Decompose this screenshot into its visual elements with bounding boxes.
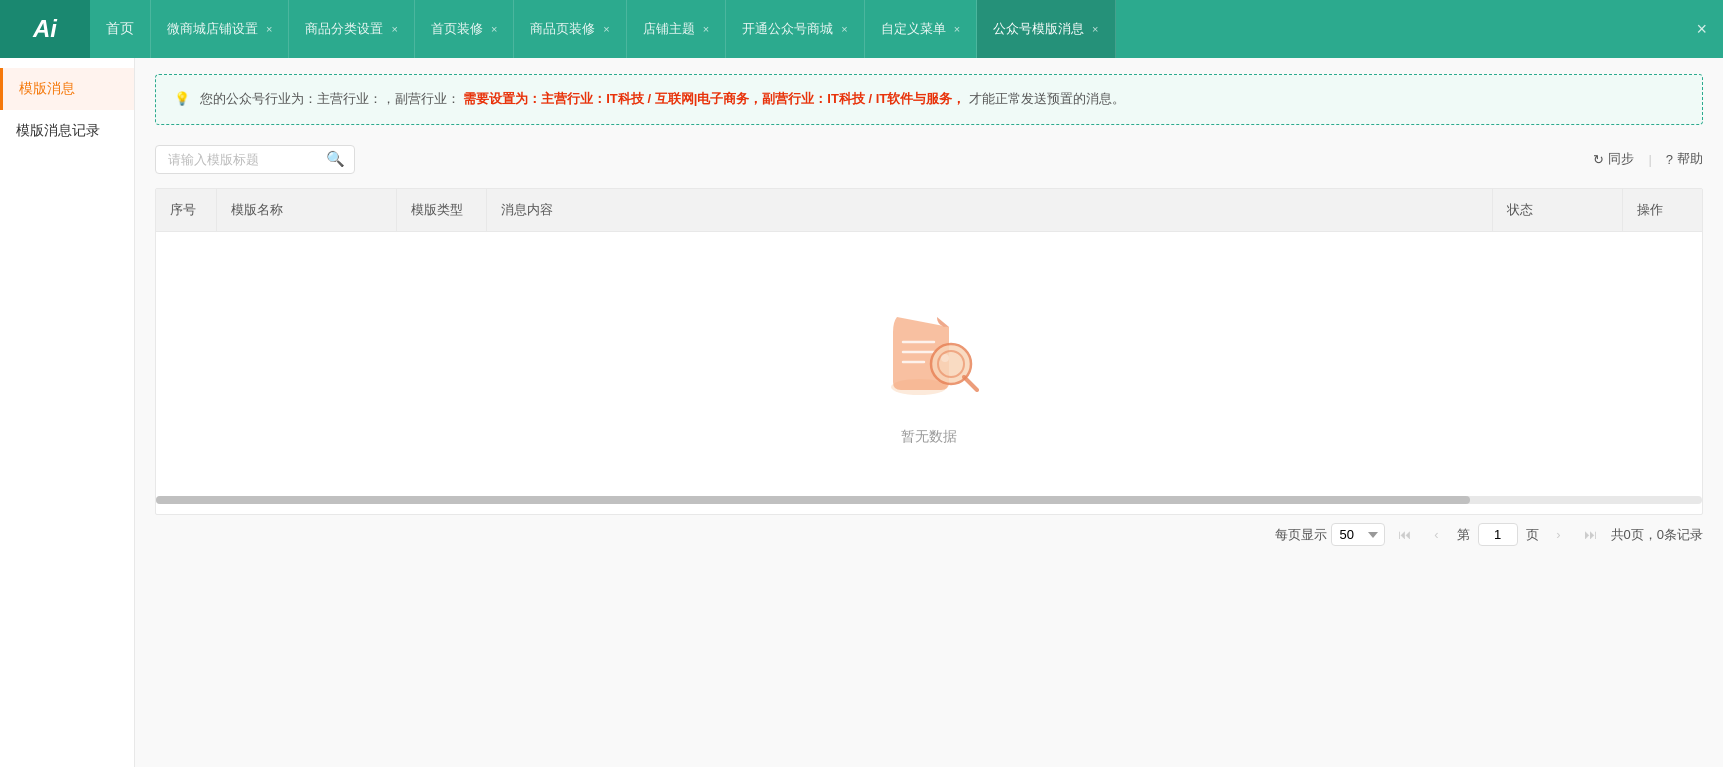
nav-tab-label-category-settings: 商品分类设置 bbox=[305, 20, 383, 38]
help-button[interactable]: ? 帮助 bbox=[1666, 150, 1703, 168]
page-first-button[interactable]: ⏮ bbox=[1393, 523, 1417, 547]
help-label: 帮助 bbox=[1677, 150, 1703, 168]
table-body: 暂无数据 bbox=[156, 231, 1702, 486]
nav-tab-close-template-msg[interactable]: × bbox=[1092, 23, 1098, 35]
help-icon: ? bbox=[1666, 152, 1673, 167]
search-icon-button[interactable]: 🔍 bbox=[326, 150, 345, 168]
nav-tab-label-product-decor: 商品页装修 bbox=[530, 20, 595, 38]
nav-tab-label-home: 首页 bbox=[106, 20, 134, 38]
table-header: 序号模版名称模版类型消息内容状态操作 bbox=[156, 189, 1702, 232]
table-header-row: 序号模版名称模版类型消息内容状态操作 bbox=[156, 189, 1702, 232]
col-header-index: 序号 bbox=[156, 189, 216, 232]
nav-tab-close-shop-theme[interactable]: × bbox=[703, 23, 709, 35]
global-close-button[interactable]: × bbox=[1680, 19, 1723, 40]
nav-tab-home[interactable]: 首页 bbox=[90, 0, 151, 58]
nav-tab-close-category-settings[interactable]: × bbox=[391, 23, 397, 35]
data-table: 序号模版名称模版类型消息内容状态操作 bbox=[156, 189, 1702, 486]
nav-tab-custom-menu[interactable]: 自定义菜单 × bbox=[865, 0, 977, 58]
nav-tab-label-home-decor: 首页装修 bbox=[431, 20, 483, 38]
nav-tab-label-custom-menu: 自定义菜单 bbox=[881, 20, 946, 38]
search-input-wrap: 🔍 bbox=[155, 145, 355, 174]
nav-tab-home-decor[interactable]: 首页装修 × bbox=[415, 0, 514, 58]
svg-line-6 bbox=[964, 377, 977, 390]
divider: | bbox=[1648, 152, 1651, 167]
total-info: 共0页，0条记录 bbox=[1611, 526, 1703, 544]
nav-tab-label-shop-settings: 微商城店铺设置 bbox=[167, 20, 258, 38]
nav-tab-shop-settings[interactable]: 微商城店铺设置 × bbox=[151, 0, 289, 58]
info-highlight: 需要设置为：主营行业：IT科技 / 互联网|电子商务，副营行业：IT科技 / I… bbox=[463, 91, 965, 106]
page-next-button[interactable]: › bbox=[1547, 523, 1571, 547]
page-size-dropdown[interactable]: 102050100 bbox=[1331, 523, 1385, 546]
empty-text: 暂无数据 bbox=[901, 428, 957, 446]
data-table-wrap: 序号模版名称模版类型消息内容状态操作 bbox=[155, 188, 1703, 515]
nav-tab-close-open-mall[interactable]: × bbox=[841, 23, 847, 35]
content-area: 💡 您的公众号行业为：主营行业：，副营行业： 需要设置为：主营行业：IT科技 /… bbox=[135, 58, 1723, 767]
sync-icon: ↻ bbox=[1593, 152, 1604, 167]
empty-row: 暂无数据 bbox=[156, 231, 1702, 486]
nav-tab-shop-theme[interactable]: 店铺主题 × bbox=[627, 0, 726, 58]
svg-point-7 bbox=[941, 354, 949, 362]
nav-tab-category-settings[interactable]: 商品分类设置 × bbox=[289, 0, 414, 58]
nav-tab-close-product-decor[interactable]: × bbox=[603, 23, 609, 35]
sidebar-item-template-record[interactable]: 模版消息记录 bbox=[0, 110, 134, 152]
page-prev-button[interactable]: ‹ bbox=[1425, 523, 1449, 547]
page-last-button[interactable]: ⏭ bbox=[1579, 523, 1603, 547]
sync-label: 同步 bbox=[1608, 150, 1634, 168]
nav-tab-label-template-msg: 公众号模版消息 bbox=[993, 20, 1084, 38]
info-suffix: 才能正常发送预置的消息。 bbox=[969, 91, 1125, 106]
scrollbar-track[interactable] bbox=[156, 496, 1702, 504]
page-size-label: 每页显示 bbox=[1275, 526, 1327, 544]
nav-tab-label-open-mall: 开通公众号商城 bbox=[742, 20, 833, 38]
sidebar-item-template-msg[interactable]: 模版消息 bbox=[0, 68, 134, 110]
page-size-select: 每页显示 102050100 bbox=[1275, 523, 1385, 546]
search-right: ↻ 同步 | ? 帮助 bbox=[1593, 150, 1703, 168]
info-prefix: 您的公众号行业为：主营行业：，副营行业： bbox=[200, 91, 460, 106]
top-nav: Ai 首页微商城店铺设置×商品分类设置×首页装修×商品页装修×店铺主题×开通公众… bbox=[0, 0, 1723, 58]
col-header-content: 消息内容 bbox=[486, 189, 1492, 232]
page-number-input[interactable] bbox=[1478, 523, 1518, 546]
page-prefix: 第 bbox=[1457, 526, 1470, 544]
nav-tabs: 首页微商城店铺设置×商品分类设置×首页装修×商品页装修×店铺主题×开通公众号商城… bbox=[90, 0, 1680, 58]
nav-tab-close-home-decor[interactable]: × bbox=[491, 23, 497, 35]
col-header-type: 模版类型 bbox=[396, 189, 486, 232]
nav-tab-product-decor[interactable]: 商品页装修 × bbox=[514, 0, 626, 58]
search-left: 🔍 bbox=[155, 145, 355, 174]
col-header-name: 模版名称 bbox=[216, 189, 396, 232]
bulb-icon: 💡 bbox=[174, 91, 190, 106]
search-bar: 🔍 ↻ 同步 | ? 帮助 bbox=[155, 145, 1703, 174]
nav-tab-template-msg[interactable]: 公众号模版消息 × bbox=[977, 0, 1115, 58]
main-layout: 模版消息模版消息记录 💡 您的公众号行业为：主营行业：，副营行业： 需要设置为：… bbox=[0, 58, 1723, 767]
sync-button[interactable]: ↻ 同步 bbox=[1593, 150, 1634, 168]
empty-illustration bbox=[869, 292, 989, 412]
nav-tab-close-custom-menu[interactable]: × bbox=[954, 23, 960, 35]
app-logo: Ai bbox=[0, 0, 90, 58]
scrollbar-thumb[interactable] bbox=[156, 496, 1470, 504]
nav-tab-open-mall[interactable]: 开通公众号商城 × bbox=[726, 0, 864, 58]
pagination: 每页显示 102050100 ⏮ ‹ 第 页 › ⏭ 共0页，0条记录 bbox=[155, 515, 1703, 555]
col-header-action: 操作 bbox=[1622, 189, 1702, 232]
search-input[interactable] bbox=[155, 145, 355, 174]
nav-tab-label-shop-theme: 店铺主题 bbox=[643, 20, 695, 38]
nav-tab-close-shop-settings[interactable]: × bbox=[266, 23, 272, 35]
sidebar: 模版消息模版消息记录 bbox=[0, 58, 135, 767]
col-header-status: 状态 bbox=[1492, 189, 1622, 232]
info-banner: 💡 您的公众号行业为：主营行业：，副营行业： 需要设置为：主营行业：IT科技 /… bbox=[155, 74, 1703, 125]
empty-state: 暂无数据 bbox=[156, 232, 1702, 486]
page-unit: 页 bbox=[1526, 526, 1539, 544]
